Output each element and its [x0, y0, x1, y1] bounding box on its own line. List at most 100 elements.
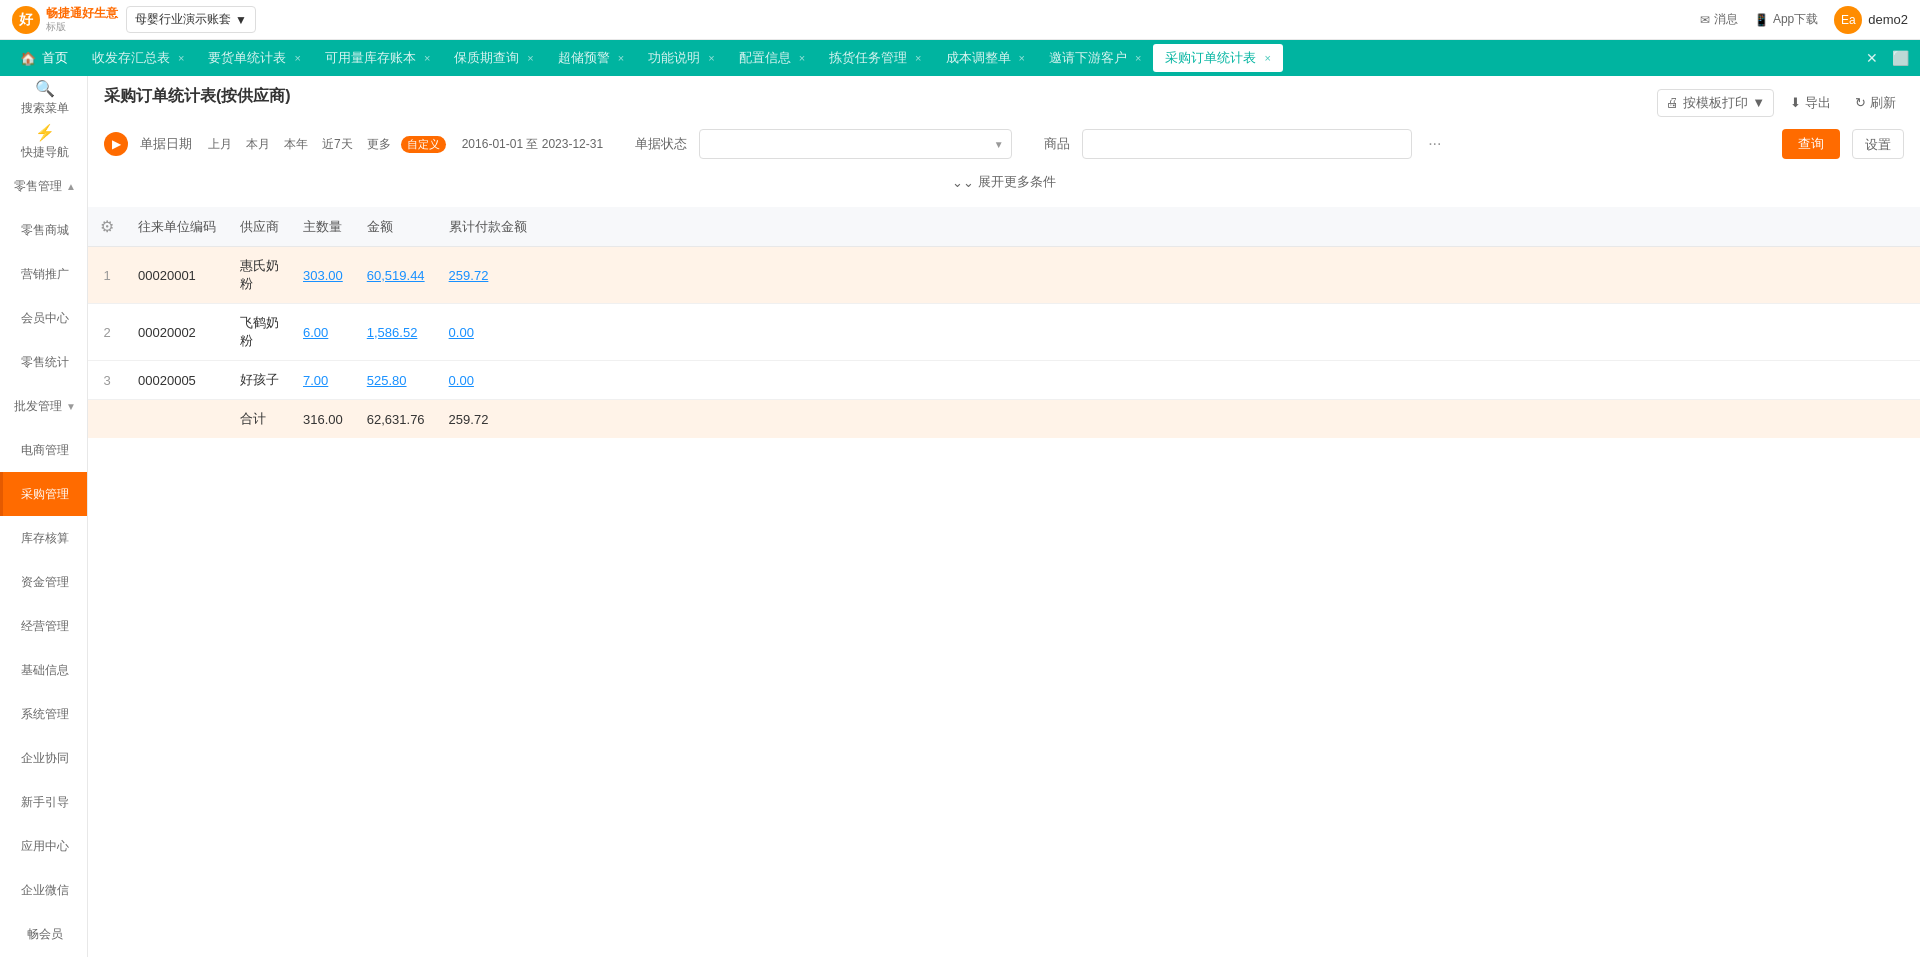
- close-tab-cost-adjust[interactable]: ×: [1019, 52, 1025, 64]
- sidebar-item-member2[interactable]: 畅会员: [0, 913, 87, 957]
- row-quantity[interactable]: 303.00: [291, 247, 355, 304]
- footer-label: 合计: [228, 400, 291, 439]
- tab-config-info[interactable]: 配置信息 ×: [727, 44, 817, 72]
- sidebar-item-inventory[interactable]: 库存核算: [0, 516, 87, 560]
- row-index: 1: [88, 247, 126, 304]
- tab-pick-task[interactable]: 拣货任务管理 ×: [817, 44, 933, 72]
- sidebar-item-wholesale[interactable]: 批发管理 ▼: [0, 384, 87, 428]
- refresh-button[interactable]: ↻ 刷新: [1847, 90, 1904, 116]
- table-settings-icon[interactable]: ⚙: [100, 218, 114, 235]
- sidebar-label-member2: 畅会员: [27, 926, 63, 943]
- nav-window-actions: ✕ ⬜: [1860, 46, 1912, 70]
- row-quantity[interactable]: 6.00: [291, 304, 355, 361]
- sidebar-item-search[interactable]: 🔍 搜索菜单: [0, 76, 87, 120]
- sidebar-item-basic-info[interactable]: 基础信息: [0, 649, 87, 693]
- filter-toggle-button[interactable]: ▶: [104, 132, 128, 156]
- sidebar-item-marketing[interactable]: 营销推广: [0, 252, 87, 296]
- table-row[interactable]: 2 00020002 飞鹤奶粉 6.00 1,586.52 0.00: [88, 304, 1920, 361]
- sidebar-item-app-center[interactable]: 应用中心: [0, 825, 87, 869]
- page-header-combined: 采购订单统计表(按供应商) 🖨 按模板打印 ▼ ⬇ 导出 ↻ 刷新: [88, 76, 1920, 207]
- query-button[interactable]: 查询: [1782, 129, 1840, 159]
- data-table: ⚙ 往来单位编码 供应商 主数量 金额 累计付款金额 1 00020001: [88, 207, 1920, 438]
- more-shortcuts[interactable]: 更多: [363, 134, 395, 155]
- sidebar-item-quick-nav[interactable]: ⚡ 快捷导航: [0, 120, 87, 164]
- close-tab-pick-task[interactable]: ×: [915, 52, 921, 64]
- sidebar-item-purchase[interactable]: 采购管理: [0, 472, 87, 516]
- custom-date-badge[interactable]: 自定义: [401, 136, 446, 153]
- expand-more-button[interactable]: ⌄⌄ 展开更多条件: [952, 167, 1056, 197]
- close-tab-available-stock[interactable]: ×: [424, 52, 430, 64]
- tab-func-desc[interactable]: 功能说明 ×: [636, 44, 726, 72]
- user-profile[interactable]: Ea demo2: [1834, 6, 1908, 34]
- row-amount[interactable]: 1,586.52: [355, 304, 437, 361]
- close-window-button[interactable]: ✕: [1860, 46, 1884, 70]
- export-button[interactable]: ⬇ 导出: [1782, 90, 1839, 116]
- tab-invite-downstream[interactable]: 邀请下游客户 ×: [1037, 44, 1153, 72]
- sidebar-item-enterprise-collab[interactable]: 企业协同: [0, 737, 87, 781]
- date-shortcuts: 上月 本月 本年 近7天 更多 自定义: [204, 134, 446, 155]
- table-row[interactable]: 1 00020001 惠氏奶粉 303.00 60,519.44 259.72: [88, 247, 1920, 304]
- tab-available-stock[interactable]: 可用量库存账本 ×: [313, 44, 442, 72]
- tab-expiry-query[interactable]: 保质期查询 ×: [442, 44, 545, 72]
- tab-purchase-stat[interactable]: 采购订单统计表 ×: [1153, 44, 1282, 72]
- sidebar-label-operation: 经营管理: [21, 618, 69, 635]
- maximize-window-button[interactable]: ⬜: [1888, 46, 1912, 70]
- row-quantity[interactable]: 7.00: [291, 361, 355, 400]
- row-amount[interactable]: 60,519.44: [355, 247, 437, 304]
- this-year-shortcut[interactable]: 本年: [280, 134, 312, 155]
- sidebar-label-app-center: 应用中心: [21, 838, 69, 855]
- row-supplier: 好孩子: [228, 361, 291, 400]
- row-paid[interactable]: 0.00: [437, 361, 539, 400]
- sidebar-item-retail-store[interactable]: 零售商城: [0, 208, 87, 252]
- goods-label: 商品: [1044, 135, 1070, 153]
- template-print-button[interactable]: 🖨 按模板打印 ▼: [1657, 89, 1774, 117]
- status-select[interactable]: [699, 129, 1012, 159]
- tab-cost-adjust[interactable]: 成本调整单 ×: [934, 44, 1037, 72]
- mobile-icon: 📱: [1754, 13, 1769, 27]
- close-tab-config-info[interactable]: ×: [799, 52, 805, 64]
- row-code: 00020002: [126, 304, 228, 361]
- table-container: ⚙ 往来单位编码 供应商 主数量 金额 累计付款金额 1 00020001: [88, 207, 1920, 957]
- sidebar-item-ecommerce[interactable]: 电商管理: [0, 428, 87, 472]
- sidebar-item-member[interactable]: 会员中心: [0, 296, 87, 340]
- message-button[interactable]: ✉ 消息: [1700, 11, 1738, 28]
- table-footer-row: 合计 316.00 62,631.76 259.72: [88, 400, 1920, 439]
- message-icon: ✉: [1700, 13, 1710, 27]
- app-download-label: App下载: [1773, 11, 1818, 28]
- page-title-row: 采购订单统计表(按供应商) 🖨 按模板打印 ▼ ⬇ 导出 ↻ 刷新: [88, 76, 1920, 119]
- last-7-days-shortcut[interactable]: 近7天: [318, 134, 357, 155]
- sidebar-item-finance[interactable]: 资金管理: [0, 561, 87, 605]
- row-paid[interactable]: 0.00: [437, 304, 539, 361]
- tab-collect-pay[interactable]: 收发存汇总表 ×: [80, 44, 196, 72]
- tab-goods-stat[interactable]: 要货单统计表 ×: [196, 44, 312, 72]
- sidebar-item-retail-stat[interactable]: 零售统计: [0, 340, 87, 384]
- table-row[interactable]: 3 00020005 好孩子 7.00 525.80 0.00: [88, 361, 1920, 400]
- sidebar-item-retail[interactable]: 零售管理 ▲: [0, 164, 87, 208]
- sidebar-item-system[interactable]: 系统管理: [0, 693, 87, 737]
- this-month-shortcut[interactable]: 本月: [242, 134, 274, 155]
- sidebar-item-new-guide[interactable]: 新手引导: [0, 781, 87, 825]
- top-bar: 好 畅捷通好生意 标版 母婴行业演示账套 ▼ ✉ 消息 📱 App下载 Ea d…: [0, 0, 1920, 40]
- goods-input[interactable]: [1082, 129, 1413, 159]
- workspace-selector[interactable]: 母婴行业演示账套 ▼: [126, 6, 256, 33]
- row-amount[interactable]: 525.80: [355, 361, 437, 400]
- app-download-button[interactable]: 📱 App下载: [1754, 11, 1818, 28]
- close-tab-purchase-stat[interactable]: ×: [1264, 52, 1270, 64]
- row-paid[interactable]: 259.72: [437, 247, 539, 304]
- th-extra: [539, 207, 1920, 247]
- close-tab-overstock[interactable]: ×: [618, 52, 624, 64]
- tab-home[interactable]: 🏠 首页: [8, 44, 80, 72]
- close-tab-invite-downstream[interactable]: ×: [1135, 52, 1141, 64]
- settings-button[interactable]: 设置: [1852, 129, 1904, 159]
- sidebar-item-operation[interactable]: 经营管理: [0, 605, 87, 649]
- sidebar-label-purchase: 采购管理: [21, 486, 69, 503]
- tab-overstock[interactable]: 超储预警 ×: [546, 44, 636, 72]
- sidebar-label-ecommerce: 电商管理: [21, 442, 69, 459]
- close-tab-func-desc[interactable]: ×: [708, 52, 714, 64]
- sidebar-item-enterprise-wechat[interactable]: 企业微信: [0, 869, 87, 913]
- last-month-shortcut[interactable]: 上月: [204, 134, 236, 155]
- close-tab-collect-pay[interactable]: ×: [178, 52, 184, 64]
- close-tab-goods-stat[interactable]: ×: [294, 52, 300, 64]
- goods-more-icon[interactable]: ···: [1424, 135, 1445, 153]
- close-tab-expiry-query[interactable]: ×: [527, 52, 533, 64]
